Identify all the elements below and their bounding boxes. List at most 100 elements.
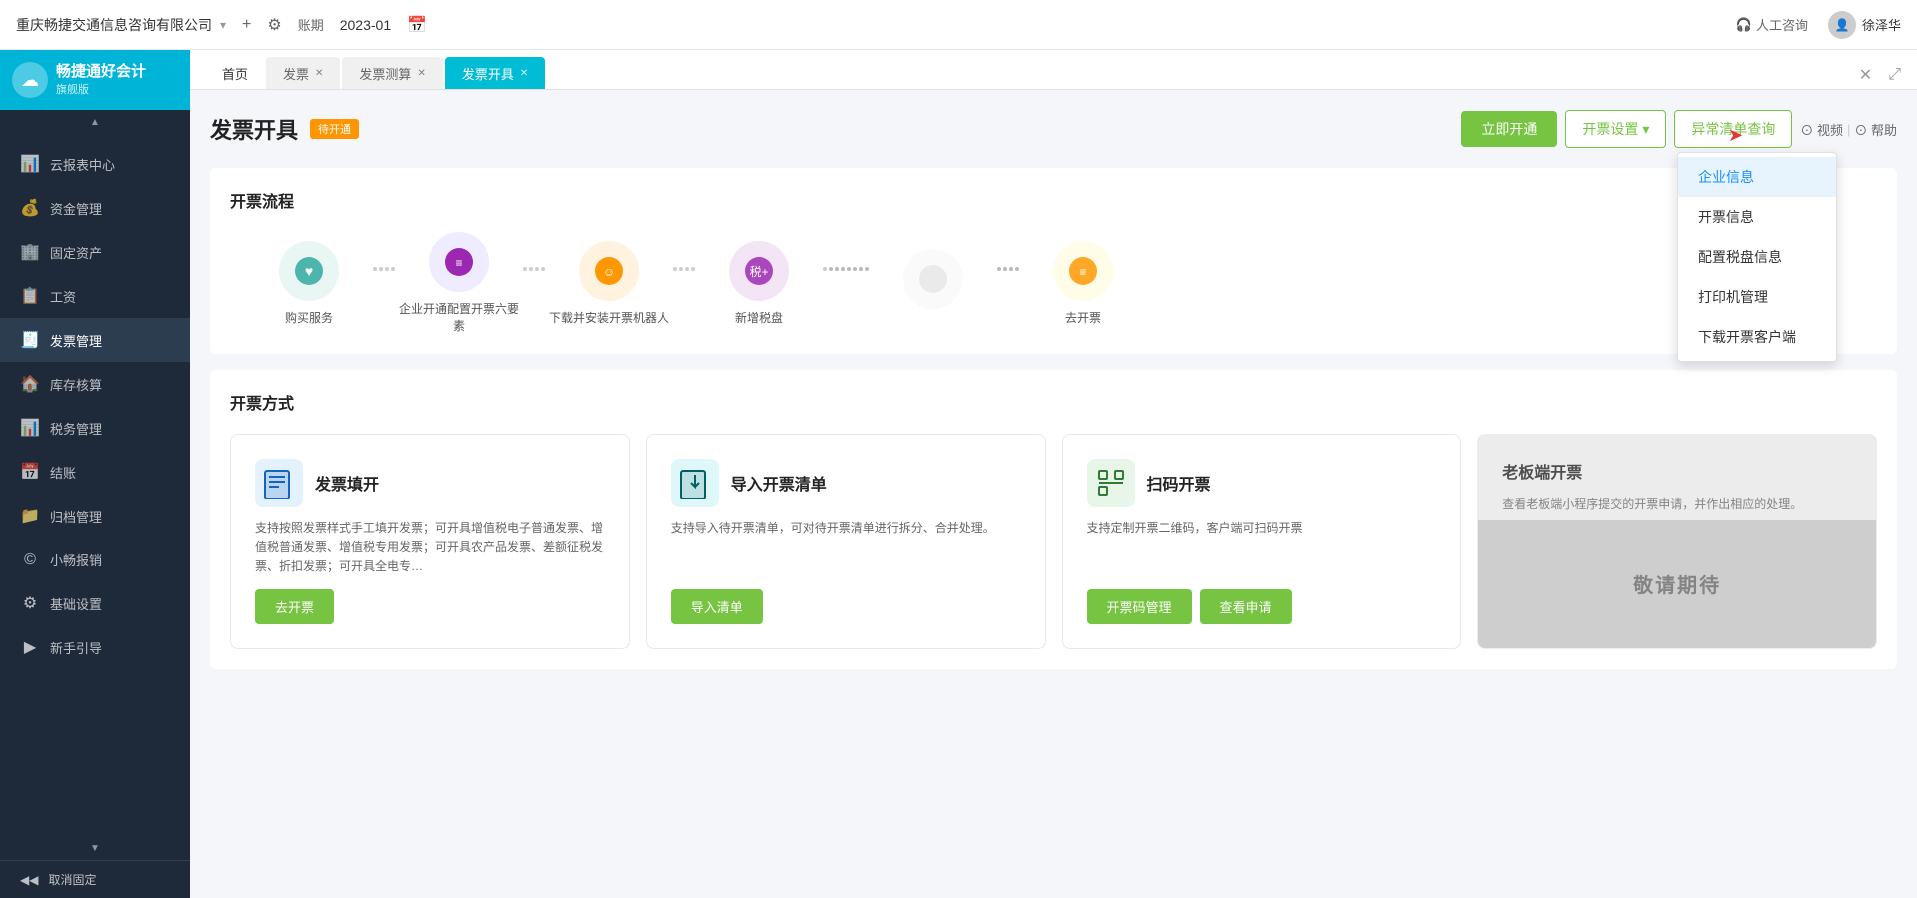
sidebar-item-label: 库存核算 [50,375,102,394]
tax-mgmt-icon: 📊 [20,418,40,438]
company-selector[interactable]: 重庆畅捷交通信息咨询有限公司 ▾ [16,15,226,35]
dropdown-item-label: 企业信息 [1698,169,1754,185]
dropdown-item-label: 打印机管理 [1698,289,1768,305]
svg-text:♥: ♥ [305,263,313,279]
add-icon[interactable]: + [242,16,251,34]
dropdown-item-invoice-info[interactable]: 开票信息 [1678,197,1836,237]
salary-icon: 📋 [20,286,40,306]
consult-button[interactable]: 🎧 人工咨询 [1736,15,1808,34]
sidebar-item-account[interactable]: 📅 结账 [0,450,190,494]
scan-invoice-desc: 支持定制开票二维码，客户端可扫码开票 [1087,519,1437,577]
method-cards: 发票填开 支持按照发票样式手工填开发票；可开具增值税电子普通发票、增值税普通发票… [230,434,1877,649]
boss-invoice-title: 老板端开票 [1502,459,1582,483]
tab-invoice-test-close[interactable]: ✕ [417,68,425,79]
sidebar-item-label: 结账 [50,463,76,482]
svg-text:☺: ☺ [603,265,615,279]
flow-step-enterprise-config: ≡ 企业开通配置开票六要素 [399,232,519,334]
flow-step-add-tax: 税+ 新增税盘 [699,241,819,326]
sidebar-item-cancel-fix[interactable]: ◀◀ 取消固定 [0,860,190,898]
tab-invoice-close[interactable]: ✕ [315,68,323,79]
archive-icon: 📁 [20,506,40,526]
sidebar-item-fixed-asset[interactable]: 🏢 固定资产 [0,230,190,274]
window-maximize-icon[interactable]: ⤢ [1888,66,1901,84]
flow-steps: ♥ 购买服务 ≡ 企业开通配置开票六要素 [230,232,1877,334]
method-section: 开票方式 发票填开 支持按照发票样式手工填开发票；可开具增值税电子普通发票、增值… [210,370,1897,669]
dropdown-item-printer-mgmt[interactable]: 打印机管理 [1678,277,1836,317]
connector-1 [373,267,395,271]
user-info[interactable]: 👤 徐泽华 [1828,11,1901,39]
consult-label: 人工咨询 [1756,15,1808,34]
dropdown-item-download-client[interactable]: 下载开票客户端 [1678,317,1836,357]
cancel-fix-icon: ◀◀ [20,873,38,887]
window-close-icon[interactable]: ✕ [1859,65,1872,85]
sidebar-item-salary[interactable]: 📋 工资 [0,274,190,318]
import-invoice-desc: 支持导入待开票清单，可对待开票清单进行拆分、合并处理。 [671,519,1021,577]
connector-3 [673,267,695,271]
dropdown-item-company-info[interactable]: 企业信息 [1678,157,1836,197]
help-label: ⊙ 帮助 [1854,120,1897,139]
company-dropdown-icon: ▾ [220,18,226,32]
tab-invoice-issue-close[interactable]: ✕ [520,68,528,79]
settings-button[interactable]: 开票设置 ▾ [1565,110,1666,148]
header-actions: 立即开通 开票设置 ▾ 异常清单查询 ⊙ 视频 | ⊙ 帮助 [1461,110,1897,148]
add-tax-icon: 税+ [729,241,789,301]
import-invoice-btn[interactable]: 导入清单 [671,589,763,624]
method-card-fill-invoice: 发票填开 支持按照发票样式手工填开发票；可开具增值税电子普通发票、增值税普通发票… [230,434,630,649]
fund-mgmt-icon: 💰 [20,198,40,218]
xiaochange-icon: © [20,551,40,569]
sidebar-item-fund-mgmt[interactable]: 💰 资金管理 [0,186,190,230]
view-apply-btn[interactable]: 查看申请 [1200,589,1292,624]
sidebar-item-invoice-mgmt[interactable]: 🧾 发票管理 [0,318,190,362]
flow-step-buy-service: ♥ 购买服务 [249,241,369,326]
fill-invoice-btn[interactable]: 去开票 [255,589,334,624]
sidebar-item-label: 基础设置 [50,594,102,613]
sidebar-item-inventory[interactable]: 🏠 库存核算 [0,362,190,406]
sidebar-item-basic-settings[interactable]: ⚙ 基础设置 [0,581,190,625]
chevron-down-icon: ▾ [1642,121,1649,138]
video-label: ⊙ 视频 [1800,120,1843,139]
sidebar-item-cloud-report[interactable]: 📊 云报表中心 [0,142,190,186]
dropdown-item-tax-config[interactable]: 配置税盘信息 [1678,237,1836,277]
settings-dropdown: ➤ 企业信息 开票信息 配置税盘信息 [1677,152,1837,362]
buy-service-label: 购买服务 [285,309,333,326]
sidebar-item-label: 税务管理 [50,419,102,438]
sidebar-item-new-guide[interactable]: ▶ 新手引导 [0,625,190,669]
scan-invoice-header: 扫码开票 [1087,459,1437,507]
tab-invoice-issue[interactable]: 发票开具 ✕ [445,57,545,89]
sidebar-scroll-down[interactable]: ▼ [0,836,190,860]
logo-text: 畅捷通好会计 [56,63,146,81]
sidebar-item-label: 取消固定 [48,871,96,888]
enterprise-config-label: 企业开通配置开票六要素 [399,300,519,334]
sidebar-item-label: 工资 [50,287,76,306]
dropdown-arrow-icon: ➤ [1728,125,1743,146]
import-invoice-icon [671,459,719,507]
sidebar-scroll-up[interactable]: ▲ [0,110,190,134]
inventory-icon: 🏠 [20,374,40,394]
method-card-boss-invoice: 老板端开票 查看老板端小程序提交的开票申请，并作出相应的处理。 敬请期待 [1477,434,1877,649]
activate-button[interactable]: 立即开通 [1461,111,1557,147]
method-card-import-invoice: 导入开票清单 支持导入待开票清单，可对待开票清单进行拆分、合并处理。 导入清单 [646,434,1046,649]
sidebar-item-xiaochange[interactable]: © 小畅报销 [0,538,190,581]
logo-sub: 旗舰版 [56,81,146,97]
page-title-area: 发票开具 待开通 [210,113,359,145]
sidebar-item-label: 归档管理 [50,507,102,526]
qrcode-mgmt-btn[interactable]: 开票码管理 [1087,589,1192,624]
scan-invoice-btns: 开票码管理 查看申请 [1087,589,1437,624]
tab-home[interactable]: 首页 [206,57,264,89]
period-value: 2023-01 [340,17,391,33]
fill-invoice-icon [255,459,303,507]
tab-invoice-test[interactable]: 发票测算 ✕ [342,57,442,89]
sidebar-item-tax-mgmt[interactable]: 📊 税务管理 [0,406,190,450]
sidebar-item-archive[interactable]: 📁 归档管理 [0,494,190,538]
sidebar-item-label: 固定资产 [50,243,102,262]
sidebar-nav: 📊 云报表中心 💰 资金管理 🏢 固定资产 📋 工资 🧾 发票管理 [0,134,190,836]
video-help-area[interactable]: ⊙ 视频 | ⊙ 帮助 [1800,120,1897,139]
settings-icon[interactable]: ⚙ [267,15,281,35]
connector-4 [823,267,869,271]
tab-invoice-issue-label: 发票开具 [462,64,514,83]
tab-invoice[interactable]: 发票 ✕ [266,57,340,89]
page-title: 发票开具 [210,113,298,145]
calendar-icon[interactable]: 📅 [407,15,427,35]
flow-step-go-invoice-placeholder [873,249,993,317]
sidebar-item-label: 发票管理 [50,331,102,350]
